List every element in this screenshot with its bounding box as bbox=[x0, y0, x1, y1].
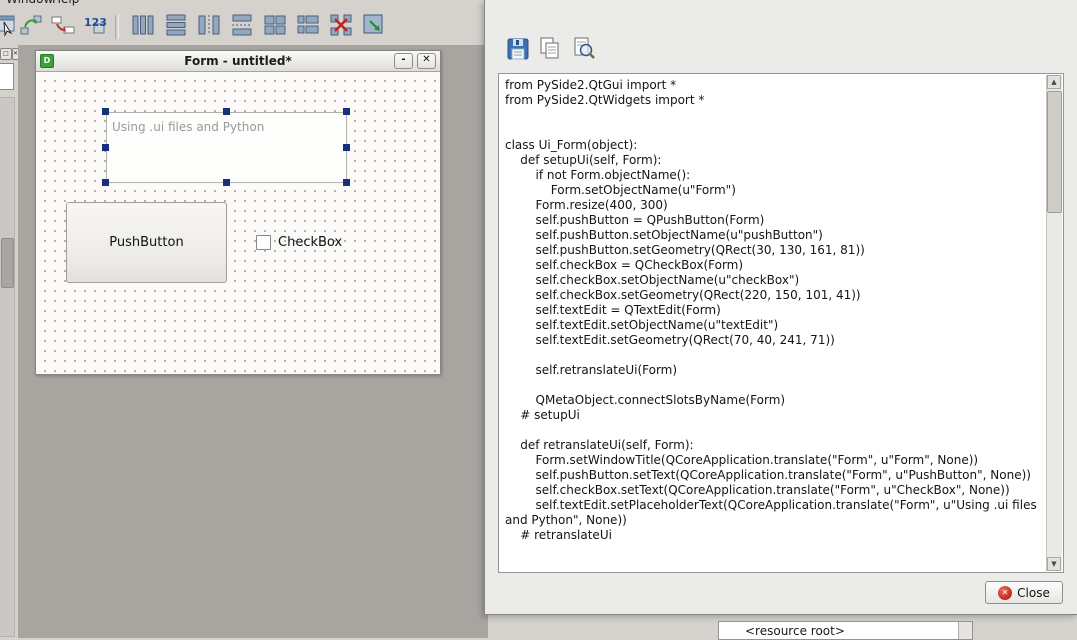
scrollbar-thumb[interactable] bbox=[1047, 91, 1062, 213]
widget-box-scrollbar[interactable] bbox=[0, 97, 15, 637]
edit-buddies-icon[interactable] bbox=[50, 12, 76, 38]
break-layout-icon[interactable] bbox=[328, 12, 354, 38]
edit-signals-slots-icon[interactable] bbox=[18, 12, 44, 38]
pushbutton-widget[interactable]: PushButton bbox=[66, 202, 227, 283]
resource-browser[interactable]: <resource root> bbox=[718, 621, 973, 640]
selection-handle-bottom-mid[interactable] bbox=[223, 179, 230, 186]
mdi-area: D Form - untitled* - ✕ Using .ui files a… bbox=[18, 45, 488, 638]
form-canvas[interactable]: Using .ui files and Python PushButton Ch… bbox=[36, 72, 440, 374]
textedit-placeholder: Using .ui files and Python bbox=[112, 120, 264, 134]
layout-vertical-icon[interactable] bbox=[163, 12, 189, 38]
resource-root-item[interactable]: <resource root> bbox=[745, 624, 845, 638]
designer-form-icon: D bbox=[40, 54, 54, 68]
selection-handle-bottom-right[interactable] bbox=[343, 179, 350, 186]
minimize-button[interactable]: - bbox=[394, 53, 413, 69]
save-icon[interactable] bbox=[505, 36, 531, 62]
form-editor-window: D Form - untitled* - ✕ Using .ui files a… bbox=[35, 50, 441, 375]
menu-help[interactable]: Help bbox=[52, 0, 79, 6]
scroll-up-arrow[interactable]: ▲ bbox=[1047, 75, 1061, 89]
window-close-button[interactable]: ✕ bbox=[417, 53, 436, 69]
form-window-title: Form - untitled* bbox=[36, 54, 440, 68]
find-icon[interactable] bbox=[571, 36, 597, 62]
layout-grid-icon[interactable] bbox=[262, 12, 288, 38]
layout-form-icon[interactable] bbox=[295, 12, 321, 38]
menu-window[interactable]: Window bbox=[6, 0, 53, 6]
code-scrollbar[interactable]: ▲ ▼ bbox=[1046, 75, 1062, 571]
code-text: from PySide2.QtGui import * from PySide2… bbox=[501, 76, 1045, 570]
code-view[interactable]: from PySide2.QtGui import * from PySide2… bbox=[498, 73, 1064, 573]
layout-horizontal-icon[interactable] bbox=[130, 12, 156, 38]
svg-text:123: 123 bbox=[84, 16, 107, 29]
main-toolbar: 123 bbox=[0, 7, 484, 45]
dialog-close-button[interactable]: ✕ Close bbox=[985, 581, 1063, 604]
toolbar-separator bbox=[115, 15, 119, 39]
checkbox-label: CheckBox bbox=[278, 235, 342, 250]
edit-widgets-icon[interactable] bbox=[0, 12, 18, 38]
widget-box-dock: □ ✕ bbox=[0, 45, 19, 638]
selection-handle-mid-right[interactable] bbox=[343, 144, 350, 151]
copy-icon[interactable] bbox=[537, 36, 563, 62]
checkbox-indicator[interactable] bbox=[256, 235, 271, 250]
selection-handle-top-right[interactable] bbox=[343, 108, 350, 115]
selection-handle-bottom-left[interactable] bbox=[102, 179, 109, 186]
edit-tab-order-icon[interactable]: 123 bbox=[82, 12, 108, 38]
selection-handle-top-mid[interactable] bbox=[223, 108, 230, 115]
scroll-down-arrow[interactable]: ▼ bbox=[1047, 557, 1061, 571]
selection-handle-top-left[interactable] bbox=[102, 108, 109, 115]
layout-vertical-splitter-icon[interactable] bbox=[229, 12, 255, 38]
textedit-widget[interactable]: Using .ui files and Python bbox=[106, 112, 347, 183]
layout-horizontal-splitter-icon[interactable] bbox=[196, 12, 222, 38]
close-x-icon: ✕ bbox=[998, 586, 1012, 600]
widget-filter-input[interactable] bbox=[0, 63, 14, 90]
resource-scrollbar[interactable] bbox=[958, 622, 972, 639]
menu-bar: Window Help bbox=[0, 0, 484, 7]
form-window-titlebar[interactable]: D Form - untitled* - ✕ bbox=[36, 51, 440, 72]
close-button-label: Close bbox=[1017, 586, 1050, 600]
selection-handle-mid-left[interactable] bbox=[102, 144, 109, 151]
adjust-size-icon[interactable] bbox=[361, 12, 387, 38]
dock-float-button[interactable]: □ bbox=[0, 48, 12, 60]
checkbox-widget[interactable]: CheckBox bbox=[256, 222, 357, 263]
code-preview-dialog: from PySide2.QtGui import * from PySide2… bbox=[484, 0, 1077, 615]
widget-box-scroll-thumb[interactable] bbox=[1, 238, 14, 288]
